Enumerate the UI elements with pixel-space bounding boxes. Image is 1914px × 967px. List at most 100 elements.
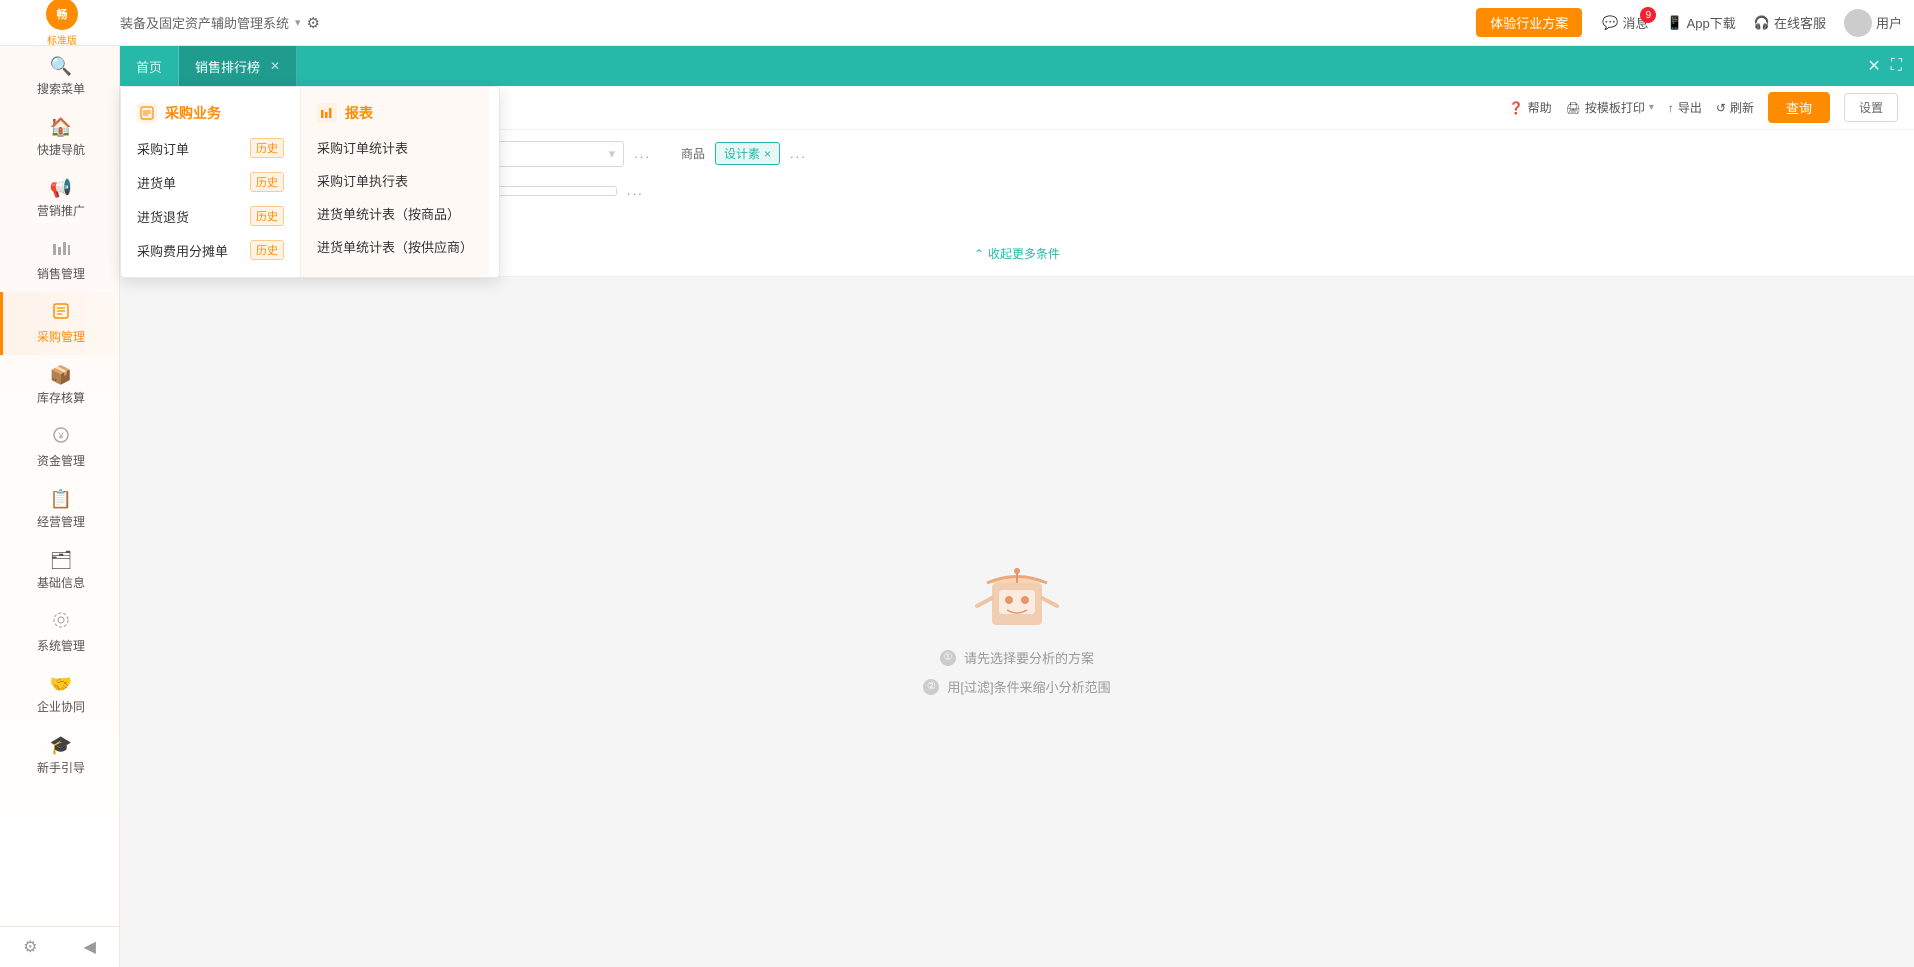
phone-icon: 📱	[1666, 15, 1682, 31]
purchase-dropdown-menu: 采购业务 采购订单 历史 进货单 历史 进货退货 历史 采购费用分摊单 历史	[120, 86, 500, 278]
sidebar-item-inventory[interactable]: 📦 库存核算	[0, 355, 119, 416]
finance-icon: ¥	[52, 426, 70, 449]
logo-area: 畅 标准版	[12, 0, 112, 47]
print-dropdown-icon[interactable]: ▾	[1649, 102, 1654, 113]
sidebar-item-sales[interactable]: 销售管理	[0, 229, 119, 292]
dropdown-item-purchase-incoming[interactable]: 进货单 历史	[121, 165, 300, 199]
system-name: 装备及固定资产辅助管理系统 ▾ ⚙	[120, 13, 1476, 32]
sidebar-item-system[interactable]: 系统管理	[0, 601, 119, 664]
marketing-icon: 📢	[50, 178, 72, 199]
sidebar-item-quick[interactable]: 🏠 快捷导航	[0, 107, 119, 168]
history-badge-3: 历史	[250, 240, 284, 260]
collapse-sidebar-icon[interactable]: ◀	[84, 937, 96, 957]
sidebar-bottom: ⚙ ◀	[0, 926, 119, 967]
logo-icon: 畅	[46, 0, 78, 30]
topbar: 畅 标准版 装备及固定资产辅助管理系统 ▾ ⚙ 体验行业方案 💬 消息 9 📱 …	[0, 0, 1914, 46]
dropdown-item-purchase-order[interactable]: 采购订单 历史	[121, 131, 300, 165]
inventory-icon: 📦	[50, 365, 72, 386]
refresh-button[interactable]: ↺ 刷新	[1716, 99, 1754, 116]
dropdown-purchase-header: 采购业务	[121, 97, 300, 131]
purchase-icon	[52, 302, 70, 325]
collapse-button[interactable]: ⌃ 收起更多条件	[974, 245, 1060, 262]
dropdown-item-purchase-expense[interactable]: 采购费用分摊单 历史	[121, 233, 300, 267]
refresh-icon: ↺	[1716, 101, 1726, 115]
print-button[interactable]: 🖨 按模板打印 ▾	[1566, 99, 1654, 116]
sidebar-item-basic[interactable]: 🗂 基础信息	[0, 540, 119, 601]
dropdown-item-report-1[interactable]: 采购订单执行表	[301, 164, 489, 197]
settings-button[interactable]: 设置	[1844, 93, 1898, 122]
tab-close-icon[interactable]: ✕	[270, 59, 280, 73]
dropdown-item-report-3[interactable]: 进货单统计表（按供应商）	[301, 230, 489, 263]
expand-icon[interactable]: ⛶	[1891, 57, 1902, 75]
sidebar-item-operations[interactable]: 📋 经营管理	[0, 479, 119, 540]
logo-subtitle: 标准版	[47, 32, 77, 47]
print-icon: 🖨	[1566, 101, 1581, 115]
svg-text:畅: 畅	[57, 7, 68, 21]
sales-icon	[52, 239, 70, 262]
main-content: ① 请先选择要分析的方案 ② 用[过滤]条件来缩小分析范围	[120, 277, 1914, 967]
guide-icon: 🎓	[50, 735, 72, 756]
sidebar-item-search[interactable]: 🔍 搜索菜单	[0, 46, 119, 107]
online-service-button[interactable]: 🎧 在线客服	[1754, 13, 1826, 32]
app-download-button[interactable]: 📱 App下载	[1666, 13, 1735, 32]
message-button[interactable]: 💬 消息 9	[1602, 13, 1648, 32]
avatar	[1844, 9, 1872, 37]
purchase-header-icon	[137, 103, 157, 123]
dropdown-item-purchase-return[interactable]: 进货退货 历史	[121, 199, 300, 233]
sidebar-item-marketing[interactable]: 📢 营销推广	[0, 168, 119, 229]
help-icon: ❓	[1509, 101, 1524, 115]
hint-num-2: ②	[923, 679, 939, 695]
query-button[interactable]: 查询	[1768, 92, 1830, 123]
dropdown-report-header: 报表	[301, 97, 489, 131]
product-tag: 设计素 ×	[715, 142, 780, 165]
tab-bar-right: ✕ ⛶	[1867, 56, 1914, 76]
topbar-right: 💬 消息 9 📱 App下载 🎧 在线客服 用户	[1602, 9, 1902, 37]
close-tab-icon[interactable]: ✕	[1867, 56, 1880, 76]
salesperson-dots[interactable]: ...	[627, 183, 644, 198]
enterprise-icon: 🤝	[50, 674, 72, 695]
operations-icon: 📋	[50, 489, 72, 510]
tab-sales-rank[interactable]: 销售排行榜 ✕	[179, 46, 297, 86]
svg-text:¥: ¥	[57, 431, 64, 441]
history-badge-1: 历史	[250, 172, 284, 192]
sidebar-item-guide[interactable]: 🎓 新手引导	[0, 725, 119, 786]
export-icon: ↑	[1668, 101, 1674, 115]
headset-icon: 🎧	[1754, 15, 1770, 31]
help-button[interactable]: ❓ 帮助	[1509, 99, 1552, 116]
product-tag-close[interactable]: ×	[764, 147, 771, 161]
empty-illustration	[967, 548, 1067, 638]
chevron-up-icon: ⌃	[974, 247, 984, 261]
product-label: 商品	[681, 145, 705, 162]
dropdown-item-report-2[interactable]: 进货单统计表（按商品）	[301, 197, 489, 230]
basic-icon: 🗂	[50, 550, 73, 571]
status-dots[interactable]: ...	[634, 146, 651, 161]
solution-button[interactable]: 体验行业方案	[1476, 8, 1582, 37]
dropdown-col-report: 报表 采购订单统计表 采购订单执行表 进货单统计表（按商品） 进货单统计表（按供…	[301, 87, 489, 277]
dropdown-item-report-0[interactable]: 采购订单统计表	[301, 131, 489, 164]
report-header-icon	[317, 103, 337, 123]
sidebar: 🔍 搜索菜单 🏠 快捷导航 📢 营销推广 销售管理 采购管理	[0, 46, 120, 967]
sidebar-item-enterprise[interactable]: 🤝 企业协同	[0, 664, 119, 725]
history-badge-0: 历史	[250, 138, 284, 158]
tab-bar: 首页 销售排行榜 ✕ ✕ ⛶	[120, 46, 1914, 86]
hint-row-2: ② 用[过滤]条件来缩小分析范围	[923, 677, 1110, 696]
settings-bottom-icon[interactable]: ⚙	[23, 937, 37, 957]
product-dots[interactable]: ...	[790, 146, 807, 161]
sidebar-item-finance[interactable]: ¥ 资金管理	[0, 416, 119, 479]
dropdown-col-purchase: 采购业务 采购订单 历史 进货单 历史 进货退货 历史 采购费用分摊单 历史	[121, 87, 301, 277]
dropdown-arrow-icon[interactable]: ▾	[295, 16, 301, 29]
settings-icon[interactable]: ⚙	[307, 14, 320, 32]
message-icon: 💬	[1602, 15, 1618, 31]
history-badge-2: 历史	[250, 206, 284, 226]
export-button[interactable]: ↑ 导出	[1668, 99, 1702, 116]
user-button[interactable]: 用户	[1844, 9, 1902, 37]
message-badge: 9	[1640, 7, 1656, 23]
system-icon	[52, 611, 70, 634]
search-icon: 🔍	[50, 56, 72, 77]
hint-row-1: ① 请先选择要分析的方案	[940, 648, 1094, 667]
hint-num-1: ①	[940, 650, 956, 666]
tab-home[interactable]: 首页	[120, 46, 179, 86]
empty-state: ① 请先选择要分析的方案 ② 用[过滤]条件来缩小分析范围	[923, 548, 1110, 696]
sidebar-item-purchase[interactable]: 采购管理	[0, 292, 119, 355]
status-dropdown-arrow: ▾	[609, 146, 616, 162]
